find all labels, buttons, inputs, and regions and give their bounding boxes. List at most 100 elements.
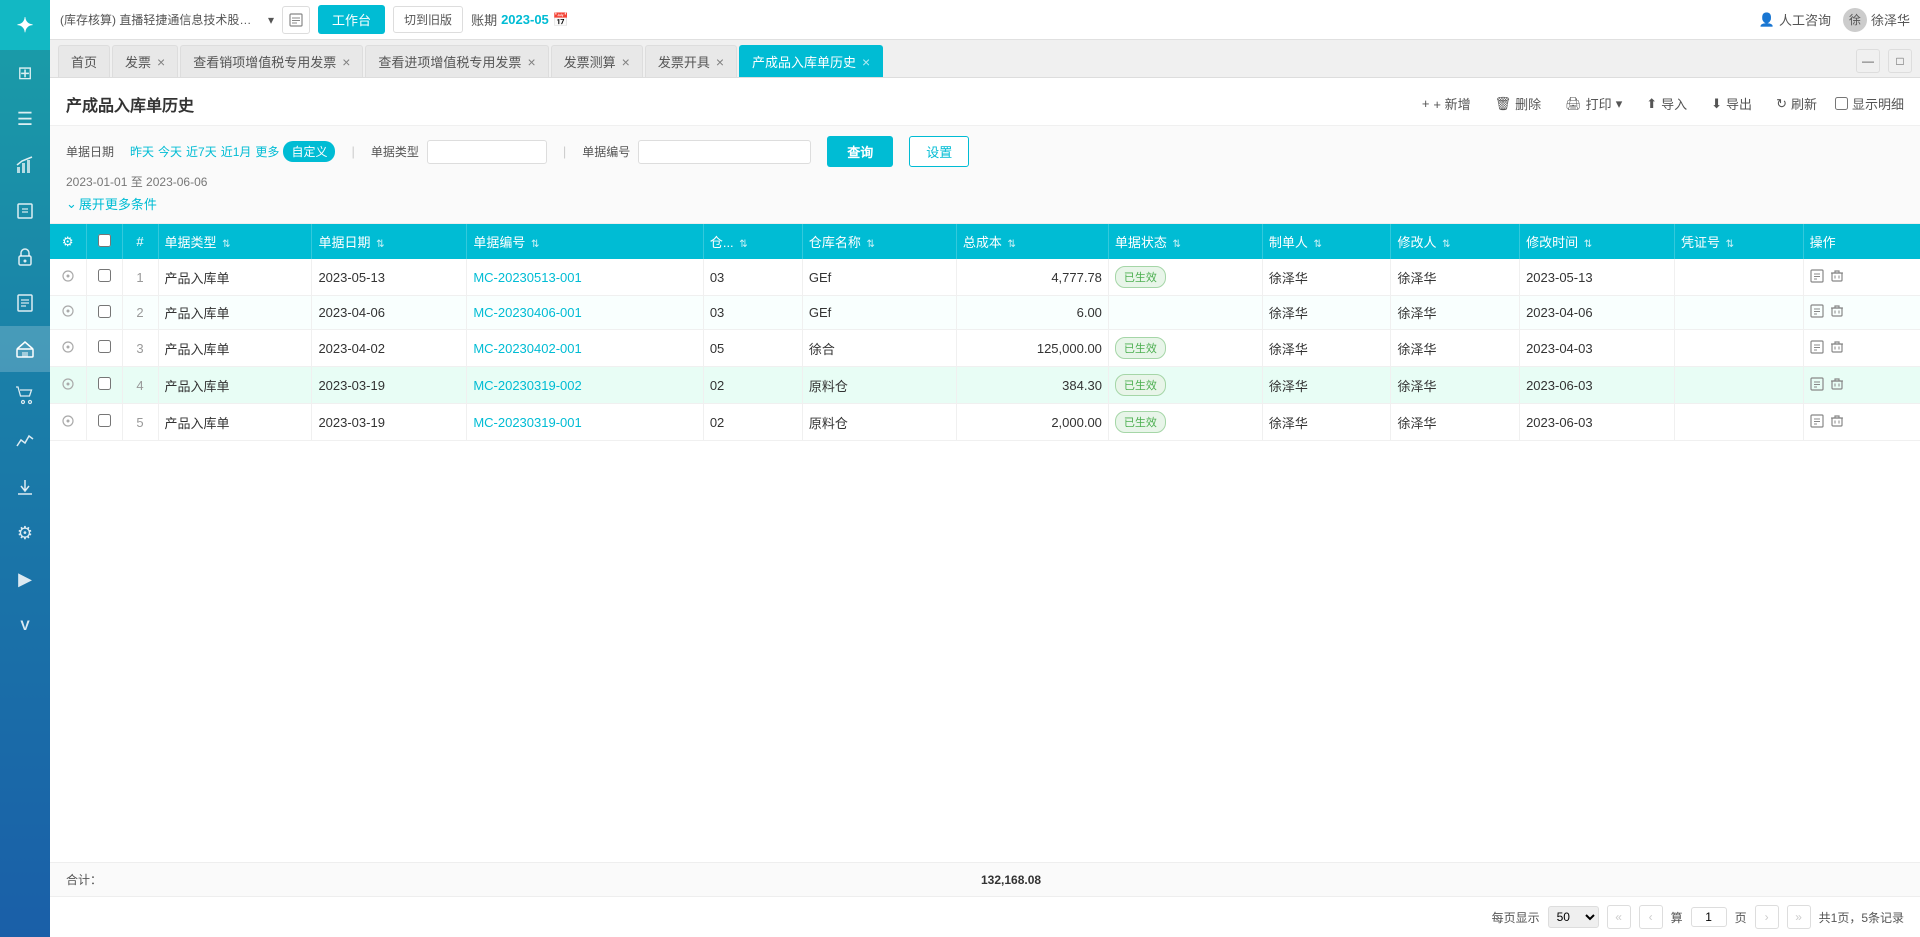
maximize-btn[interactable]: □ (1888, 49, 1912, 73)
row-settings-icon[interactable] (50, 259, 86, 296)
tab-home[interactable]: 首页 (58, 45, 110, 77)
row-checkbox-cell[interactable] (86, 296, 122, 330)
tab-invoice-open[interactable]: 发票开具 × (645, 45, 737, 77)
refresh-btn[interactable]: ↻ 刷新 (1770, 90, 1823, 117)
row-settings-icon[interactable] (50, 404, 86, 441)
row-settings-icon[interactable] (50, 330, 86, 367)
row-checkbox-cell[interactable] (86, 259, 122, 296)
col-checkbox[interactable] (86, 224, 122, 259)
sidebar-item-report[interactable] (0, 418, 50, 464)
row-checkbox[interactable] (98, 414, 111, 427)
new-btn[interactable]: + + 新增 (1416, 90, 1477, 117)
topbar-doc-icon-btn[interactable] (282, 6, 310, 34)
col-warehouse-name[interactable]: 仓库名称 ⇅ (802, 224, 956, 259)
col-settings[interactable]: ⚙ (50, 224, 86, 259)
sidebar-item-home[interactable]: ⊞ (0, 50, 50, 96)
row-edit-icon[interactable] (1810, 304, 1824, 321)
col-modifier[interactable]: 修改人 ⇅ (1391, 224, 1520, 259)
export-btn[interactable]: ⬇ 导出 (1705, 90, 1758, 117)
row-edit-icon[interactable] (1810, 269, 1824, 286)
tab-check-sales-close[interactable]: × (342, 55, 350, 69)
row-checkbox[interactable] (98, 377, 111, 390)
tab-product-history[interactable]: 产成品入库单历史 × (739, 45, 883, 77)
tab-check-purchase-close[interactable]: × (527, 55, 535, 69)
sidebar-item-tax[interactable] (0, 188, 50, 234)
last-page-btn[interactable]: » (1787, 905, 1811, 929)
sidebar-item-org[interactable]: ☰ (0, 96, 50, 142)
row-settings-icon[interactable] (50, 296, 86, 330)
row-checkbox-cell[interactable] (86, 367, 122, 404)
shortcut-more[interactable]: 更多 (255, 143, 279, 160)
row-number[interactable]: MC-20230319-002 (467, 367, 704, 404)
page-input[interactable] (1691, 907, 1727, 927)
shortcut-custom[interactable]: 自定义 (283, 141, 335, 162)
type-filter-select[interactable] (427, 140, 547, 164)
calendar-icon[interactable]: 📅 (553, 12, 569, 28)
row-settings-icon[interactable] (50, 367, 86, 404)
tab-product-history-close[interactable]: × (862, 55, 870, 69)
tab-invoice-calc-close[interactable]: × (622, 55, 630, 69)
row-checkbox-cell[interactable] (86, 404, 122, 441)
col-type[interactable]: 单据类型 ⇅ (158, 224, 312, 259)
row-number[interactable]: MC-20230513-001 (467, 259, 704, 296)
import-btn[interactable]: ⬆ 导入 (1640, 90, 1693, 117)
next-page-btn[interactable]: › (1755, 905, 1779, 929)
user-menu[interactable]: 徐 徐泽华 (1843, 8, 1910, 32)
row-number-link[interactable]: MC-20230402-001 (473, 341, 581, 356)
setting-btn[interactable]: 设置 (909, 136, 969, 167)
tab-invoice-open-close[interactable]: × (716, 55, 724, 69)
first-page-btn[interactable]: « (1607, 905, 1631, 929)
show-detail-checkbox-label[interactable]: 显示明细 (1835, 94, 1904, 113)
row-checkbox[interactable] (98, 340, 111, 353)
row-number[interactable]: MC-20230402-001 (467, 330, 704, 367)
row-delete-icon[interactable] (1830, 414, 1844, 431)
number-filter-input[interactable] (638, 140, 811, 164)
shortcut-7days[interactable]: 近7天 (186, 143, 217, 160)
row-checkbox[interactable] (98, 269, 111, 282)
shortcut-yesterday[interactable]: 昨天 (130, 143, 154, 160)
col-voucher-no[interactable]: 凭证号 ⇅ (1674, 224, 1803, 259)
sidebar-item-version[interactable]: V (0, 602, 50, 648)
tab-invoice-close[interactable]: × (157, 55, 165, 69)
expand-btn[interactable]: ⌄ 展开更多条件 (66, 194, 1904, 213)
row-number-link[interactable]: MC-20230406-001 (473, 305, 581, 320)
shortcut-today[interactable]: 今天 (158, 143, 182, 160)
sidebar-item-docs[interactable] (0, 280, 50, 326)
page-size-select[interactable]: 50 100 200 (1548, 906, 1599, 928)
sidebar-item-video[interactable]: ▶ (0, 556, 50, 602)
minimize-btn[interactable]: — (1856, 49, 1880, 73)
support-btn[interactable]: 👤 人工咨询 (1759, 10, 1831, 29)
show-detail-checkbox[interactable] (1835, 97, 1848, 110)
tab-invoice-calc[interactable]: 发票测算 × (551, 45, 643, 77)
row-number[interactable]: MC-20230319-001 (467, 404, 704, 441)
col-number[interactable]: 单据编号 ⇅ (467, 224, 704, 259)
col-date[interactable]: 单据日期 ⇅ (312, 224, 467, 259)
row-number-link[interactable]: MC-20230513-001 (473, 270, 581, 285)
shortcut-1month[interactable]: 近1月 (221, 143, 252, 160)
row-edit-icon[interactable] (1810, 340, 1824, 357)
col-status[interactable]: 单据状态 ⇅ (1108, 224, 1262, 259)
row-number[interactable]: MC-20230406-001 (467, 296, 704, 330)
col-modify-time[interactable]: 修改时间 ⇅ (1520, 224, 1675, 259)
row-number-link[interactable]: MC-20230319-001 (473, 415, 581, 430)
switch-btn[interactable]: 切到旧版 (393, 6, 463, 33)
sidebar-item-analytics[interactable] (0, 142, 50, 188)
prev-page-btn[interactable]: ‹ (1639, 905, 1663, 929)
sidebar-item-settings[interactable]: ⚙ (0, 510, 50, 556)
row-checkbox[interactable] (98, 305, 111, 318)
sidebar-item-purchase[interactable] (0, 372, 50, 418)
row-delete-icon[interactable] (1830, 377, 1844, 394)
sidebar-item-inventory[interactable] (0, 326, 50, 372)
tab-invoice[interactable]: 发票 × (112, 45, 178, 77)
col-total-cost[interactable]: 总成本 ⇅ (956, 224, 1108, 259)
app-dropdown-btn[interactable]: ▾ (268, 13, 274, 27)
delete-btn[interactable]: 🗑 删除 (1489, 90, 1548, 117)
col-warehouse-code[interactable]: 仓... ⇅ (703, 224, 802, 259)
sidebar-item-download[interactable] (0, 464, 50, 510)
row-delete-icon[interactable] (1830, 340, 1844, 357)
row-number-link[interactable]: MC-20230319-002 (473, 378, 581, 393)
workbench-btn[interactable]: 工作台 (318, 5, 385, 34)
row-delete-icon[interactable] (1830, 304, 1844, 321)
col-creator[interactable]: 制单人 ⇅ (1262, 224, 1391, 259)
tab-check-purchase-vat[interactable]: 查看进项增值税专用发票 × (365, 45, 548, 77)
